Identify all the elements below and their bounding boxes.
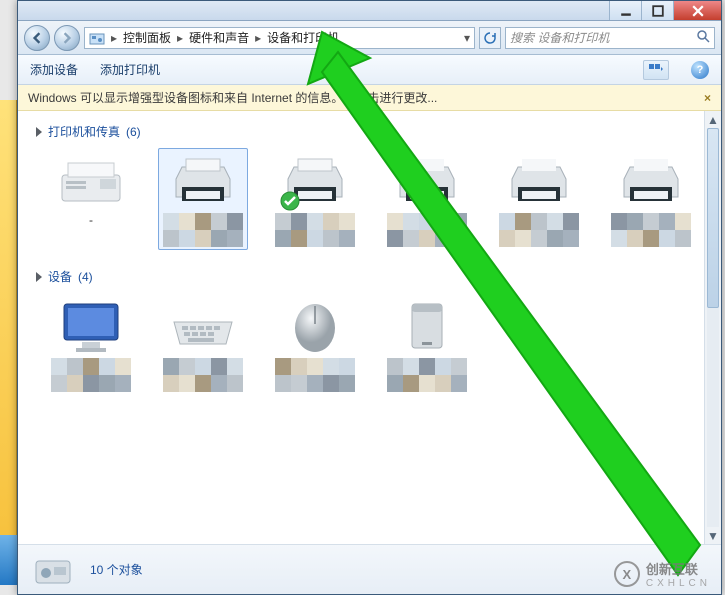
watermark-en: CXHLCN — [646, 578, 711, 589]
search-icon — [697, 30, 710, 46]
device-item-fax[interactable]: - — [46, 148, 136, 250]
keyboard-icon — [166, 296, 240, 356]
device-label: - — [89, 213, 93, 227]
collapse-icon — [36, 127, 42, 137]
devices-grid — [36, 289, 703, 407]
printer-icon — [390, 151, 464, 211]
collapse-icon — [36, 272, 42, 282]
address-bar[interactable]: ▸ 控制面板 ▸ 硬件和声音 ▸ 设备和打印机 ▾ — [84, 27, 475, 49]
search-input[interactable]: 搜索 设备和打印机 — [505, 27, 715, 49]
device-item-mouse[interactable] — [270, 293, 360, 395]
device-item-printer-4[interactable] — [494, 148, 584, 250]
view-options-button[interactable] — [643, 60, 669, 80]
group-count-printers: (6) — [126, 125, 141, 139]
breadcrumb-seg-0[interactable]: 控制面板 — [123, 29, 171, 46]
vertical-scrollbar[interactable]: ▲ ▼ — [704, 111, 721, 544]
close-button[interactable] — [673, 1, 721, 20]
pixelated-label — [163, 213, 243, 247]
info-bar-text: Windows 可以显示增强型设备图标和来自 Internet 的信息。请单击进… — [28, 89, 437, 106]
help-button[interactable]: ? — [691, 61, 709, 79]
printers-grid: - — [36, 144, 703, 262]
info-bar-close-icon[interactable]: × — [704, 91, 711, 105]
device-item-printer-default[interactable] — [270, 148, 360, 250]
explorer-window: ▸ 控制面板 ▸ 硬件和声音 ▸ 设备和打印机 ▾ 搜索 设备和打印机 添加设备… — [17, 0, 722, 595]
maximize-button[interactable] — [641, 1, 673, 20]
add-device-button[interactable]: 添加设备 — [30, 61, 78, 78]
pixelated-label — [275, 358, 355, 392]
pixelated-label — [163, 358, 243, 392]
content-pane: 打印机和传真 (6) - — [18, 111, 721, 544]
devices-folder-icon — [89, 31, 105, 45]
group-header-devices[interactable]: 设备 (4) — [36, 268, 703, 285]
status-thumbnail-icon — [32, 551, 74, 589]
pixelated-label — [499, 213, 579, 247]
nav-row: ▸ 控制面板 ▸ 硬件和声音 ▸ 设备和打印机 ▾ 搜索 设备和打印机 — [18, 21, 721, 55]
scroll-up-icon[interactable]: ▲ — [705, 111, 721, 128]
group-title-devices: 设备 — [48, 268, 72, 285]
pixelated-label — [611, 213, 691, 247]
printer-default-icon — [278, 151, 352, 211]
titlebar — [18, 1, 721, 21]
refresh-button[interactable] — [479, 27, 501, 49]
group-title-printers: 打印机和传真 — [48, 123, 120, 140]
device-item-keyboard[interactable] — [158, 293, 248, 395]
monitor-icon — [54, 296, 128, 356]
pixelated-label — [51, 358, 131, 392]
back-button[interactable] — [24, 25, 50, 51]
watermark-brand: 创新互联 — [646, 559, 711, 578]
scroll-down-icon[interactable]: ▼ — [705, 527, 721, 544]
command-bar: 添加设备 添加打印机 ? — [18, 55, 721, 85]
status-count-label: 10 个对象 — [90, 561, 143, 578]
pixelated-label — [387, 358, 467, 392]
search-placeholder: 搜索 设备和打印机 — [510, 29, 609, 46]
breadcrumb-seg-1[interactable]: 硬件和声音 — [189, 29, 249, 46]
pixelated-label — [387, 213, 467, 247]
watermark-logo-icon: X — [614, 561, 640, 587]
default-check-icon — [280, 191, 300, 211]
printer-icon — [614, 151, 688, 211]
minimize-button[interactable] — [609, 1, 641, 20]
external-drive-icon — [390, 296, 464, 356]
info-bar[interactable]: Windows 可以显示增强型设备图标和来自 Internet 的信息。请单击进… — [18, 85, 721, 111]
fax-icon — [54, 151, 128, 211]
breadcrumb-sep: ▸ — [109, 31, 119, 45]
breadcrumb-seg-2[interactable]: 设备和打印机 — [267, 29, 339, 46]
add-printer-button[interactable]: 添加打印机 — [100, 61, 160, 78]
printer-icon — [166, 151, 240, 211]
device-item-printer-3[interactable] — [382, 148, 472, 250]
group-count-devices: (4) — [78, 270, 93, 284]
device-item-monitor[interactable] — [46, 293, 136, 395]
forward-button[interactable] — [54, 25, 80, 51]
device-item-printer-1[interactable] — [158, 148, 248, 250]
printer-icon — [502, 151, 576, 211]
scroll-thumb[interactable] — [707, 128, 719, 308]
mouse-icon — [278, 296, 352, 356]
group-header-printers[interactable]: 打印机和传真 (6) — [36, 123, 703, 140]
pixelated-label — [275, 213, 355, 247]
device-item-drive[interactable] — [382, 293, 472, 395]
watermark: X 创新互联 CXHLCN — [614, 559, 711, 589]
address-dropdown-icon[interactable]: ▾ — [464, 31, 470, 45]
device-item-printer-5[interactable] — [606, 148, 696, 250]
